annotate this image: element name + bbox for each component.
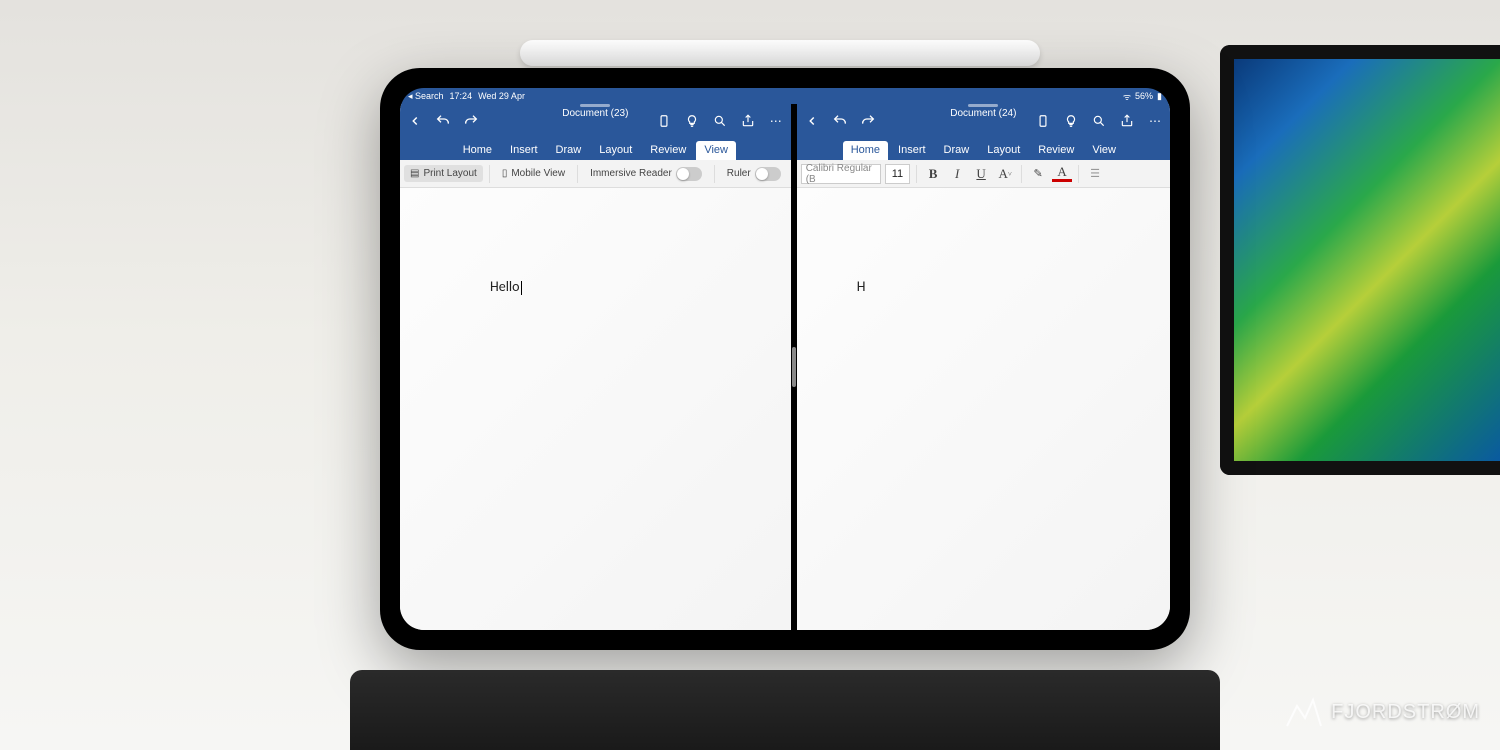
list-icon: ☰ [1090,167,1100,180]
page-icon: ▤ [410,168,419,179]
immersive-reader-button[interactable]: Immersive Reader [584,164,708,184]
tab-home[interactable]: Home [455,141,500,160]
italic-button[interactable]: I [947,164,967,184]
apple-pencil [520,40,1040,66]
watermark: FJORDSTRØM [1283,692,1480,732]
search-icon[interactable] [711,112,729,130]
highlighter-icon: ✎ [1034,167,1043,180]
mobile-view-label: Mobile View [511,168,565,179]
back-button[interactable] [803,112,821,130]
bold-button[interactable]: B [923,164,943,184]
font-format-button[interactable]: A˅ [995,164,1015,184]
mobile-view-icon[interactable] [655,112,673,130]
more-icon[interactable]: ⋯ [1146,112,1164,130]
undo-button[interactable] [831,112,849,130]
font-name-selector[interactable]: Calibri Regular (B [801,164,881,184]
redo-button[interactable] [462,112,480,130]
lightbulb-icon[interactable] [1062,112,1080,130]
font-color-button[interactable]: A [1052,165,1072,182]
underline-button[interactable]: U [971,164,991,184]
multitask-grabber-icon[interactable] [968,104,998,107]
tab-view[interactable]: View [1084,141,1124,160]
redo-button[interactable] [859,112,877,130]
titlebar-right: Document (24) ⋯ [797,104,1170,138]
wifi-icon: ᯤ [1123,90,1131,103]
status-time: 17:24 [450,91,473,102]
word-app-right: Document (24) ⋯ Home [797,104,1170,630]
tab-review[interactable]: Review [1030,141,1082,160]
multitask-grabber-icon[interactable] [580,104,610,107]
word-app-left: Document (23) ⋯ Home [400,104,791,630]
mobile-view-icon[interactable] [1034,112,1052,130]
status-battery: 56% [1135,91,1153,101]
document-text-right: H [857,278,866,295]
document-canvas-right[interactable]: H [797,188,1170,630]
ipad-keyboard-case [350,670,1220,750]
ipad-frame: ◂ Search 17:24 Wed 29 Apr ᯤ 56% ▮ Docume… [380,68,1190,650]
share-icon[interactable] [1118,112,1136,130]
tab-draw[interactable]: Draw [936,141,978,160]
ribbon-tabs-right: Home Insert Draw Layout Review View [797,138,1170,160]
tab-layout[interactable]: Layout [979,141,1028,160]
print-layout-button[interactable]: ▤ Print Layout [404,165,483,182]
back-to-app[interactable]: ◂ Search [408,91,444,102]
back-button[interactable] [406,112,424,130]
print-layout-label: Print Layout [423,168,476,179]
phone-icon: ▯ [502,168,508,179]
split-view: Document (23) ⋯ Home [400,104,1170,630]
ribbon-tabs-left: Home Insert Draw Layout Review View [400,138,791,160]
immersive-toggle[interactable] [676,167,702,181]
tab-insert[interactable]: Insert [502,141,546,160]
mobile-view-button[interactable]: ▯ Mobile View [496,165,571,182]
tab-insert[interactable]: Insert [890,141,934,160]
tab-review[interactable]: Review [642,141,694,160]
second-monitor [1220,45,1500,475]
ios-status-bar: ◂ Search 17:24 Wed 29 Apr ᯤ 56% ▮ [400,88,1170,104]
view-toolbar: ▤ Print Layout ▯ Mobile View Immersive R… [400,160,791,188]
ruler-button[interactable]: Ruler [721,164,787,184]
battery-icon: ▮ [1157,91,1162,102]
more-icon[interactable]: ⋯ [767,112,785,130]
tab-home[interactable]: Home [843,141,888,160]
status-date: Wed 29 Apr [478,91,525,102]
home-toolbar: Calibri Regular (B 11 B I U A˅ ✎ A ☰ [797,160,1170,188]
immersive-reader-label: Immersive Reader [590,168,672,179]
bullets-button[interactable]: ☰ [1085,164,1105,184]
ruler-label: Ruler [727,168,751,179]
ruler-toggle[interactable] [755,167,781,181]
ipad-screen: ◂ Search 17:24 Wed 29 Apr ᯤ 56% ▮ Docume… [400,88,1170,630]
split-view-divider[interactable] [791,104,797,630]
lightbulb-icon[interactable] [683,112,701,130]
tab-draw[interactable]: Draw [548,141,590,160]
tab-layout[interactable]: Layout [591,141,640,160]
font-size-selector[interactable]: 11 [885,164,910,184]
undo-button[interactable] [434,112,452,130]
document-canvas-left[interactable]: Hello [400,188,791,630]
share-icon[interactable] [739,112,757,130]
titlebar-left: Document (23) ⋯ [400,104,791,138]
search-icon[interactable] [1090,112,1108,130]
document-text-left: Hello [490,278,522,295]
highlight-button[interactable]: ✎ [1028,164,1048,184]
tab-view[interactable]: View [696,141,736,160]
